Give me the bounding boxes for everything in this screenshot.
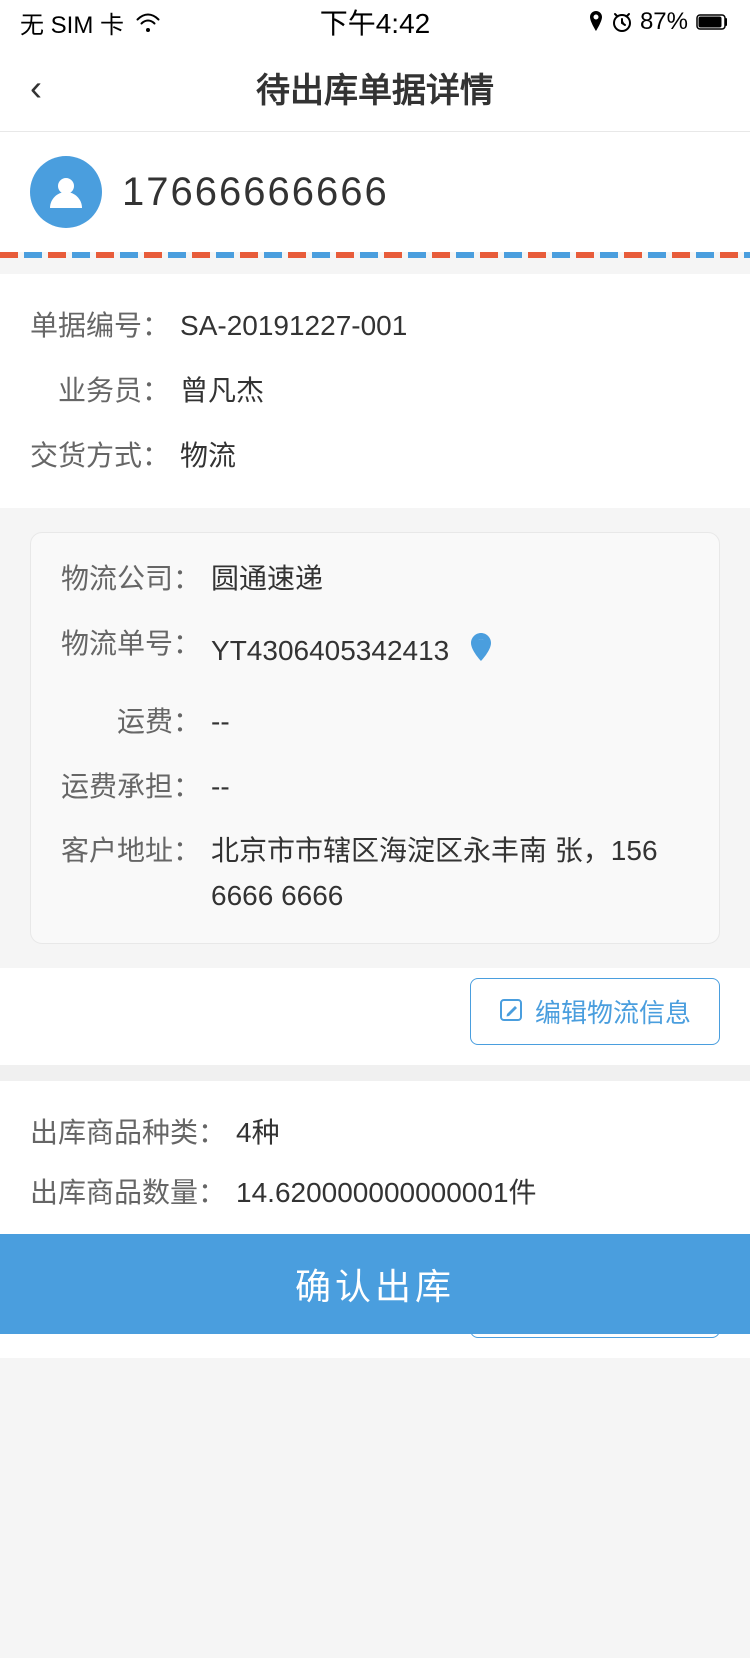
- edit-icon: [499, 998, 525, 1024]
- location-status-icon: [588, 11, 604, 33]
- wifi-icon: [134, 11, 162, 33]
- battery-text: 87%: [640, 8, 688, 36]
- back-button[interactable]: ‹: [30, 57, 62, 119]
- logistics-company-row: 物流公司： 圆通速递: [61, 557, 689, 602]
- goods-quantity-row: 出库商品数量： 14.620000000000001件: [30, 1171, 720, 1211]
- address-value: 北京市市辖区海淀区永丰南 张，156 6666 6666: [211, 829, 689, 919]
- tracking-no-value: YT4306405342413: [211, 622, 689, 680]
- confirm-button-label: 确认出库: [295, 1258, 455, 1310]
- logistics-company-label: 物流公司：: [61, 557, 201, 602]
- freight-label: 运费：: [61, 700, 201, 745]
- goods-type-label: 出库商品种类：: [30, 1111, 226, 1151]
- order-no-label: 单据编号：: [30, 304, 170, 349]
- delivery-method-label: 交货方式：: [30, 434, 170, 479]
- address-label: 客户地址：: [61, 829, 201, 874]
- order-info-section: 单据编号： SA-20191227-001 业务员： 曾凡杰 交货方式： 物流: [0, 274, 750, 508]
- goods-quantity-value: 14.620000000000001件: [236, 1171, 537, 1211]
- edit-logistics-button[interactable]: 编辑物流信息: [470, 978, 720, 1045]
- tracking-no-label: 物流单号：: [61, 622, 201, 667]
- status-bar-left: 无 SIM 卡: [20, 5, 162, 40]
- freight-value: --: [211, 700, 689, 745]
- tracking-no-row: 物流单号： YT4306405342413: [61, 622, 689, 680]
- freight-row: 运费： --: [61, 700, 689, 745]
- edit-btn-row: 编辑物流信息: [0, 968, 750, 1065]
- sales-person-value: 曾凡杰: [180, 369, 720, 414]
- battery-icon: [696, 13, 730, 31]
- sales-person-row: 业务员： 曾凡杰: [30, 369, 720, 414]
- status-bar-right: 87%: [588, 8, 730, 36]
- alarm-icon: [612, 11, 632, 33]
- status-bar-time: 下午4:42: [320, 2, 431, 42]
- delivery-method-value: 物流: [180, 434, 720, 479]
- bottom-spacer: [0, 1358, 750, 1558]
- dashed-divider: [0, 252, 750, 258]
- delivery-method-row: 交货方式： 物流: [30, 434, 720, 479]
- freight-bearer-value: --: [211, 765, 689, 810]
- carrier-text: 无 SIM 卡: [20, 5, 124, 40]
- logistics-company-value: 圆通速递: [211, 557, 689, 602]
- goods-type-row: 出库商品种类： 4种: [30, 1111, 720, 1151]
- tracking-location-icon[interactable]: [465, 622, 497, 680]
- section-divider: [0, 1065, 750, 1081]
- status-bar: 无 SIM 卡 下午4:42 87%: [0, 0, 750, 44]
- customer-avatar: [30, 156, 102, 228]
- sales-person-label: 业务员：: [30, 369, 170, 414]
- confirm-button[interactable]: 确认出库: [0, 1234, 750, 1334]
- customer-phone: 17666666666: [122, 170, 389, 215]
- page-title: 待出库单据详情: [256, 63, 494, 112]
- address-row: 客户地址： 北京市市辖区海淀区永丰南 张，156 6666 6666: [61, 829, 689, 919]
- nav-bar: ‹ 待出库单据详情: [0, 44, 750, 132]
- freight-bearer-row: 运费承担： --: [61, 765, 689, 810]
- order-no-row: 单据编号： SA-20191227-001: [30, 304, 720, 349]
- goods-quantity-label: 出库商品数量：: [30, 1171, 226, 1211]
- logistics-card: 物流公司： 圆通速递 物流单号： YT4306405342413 运费：: [30, 532, 720, 944]
- person-icon: [44, 170, 88, 214]
- order-no-value: SA-20191227-001: [180, 304, 720, 349]
- customer-header: 17666666666: [0, 132, 750, 252]
- goods-type-value: 4种: [236, 1111, 280, 1151]
- freight-bearer-label: 运费承担：: [61, 765, 201, 810]
